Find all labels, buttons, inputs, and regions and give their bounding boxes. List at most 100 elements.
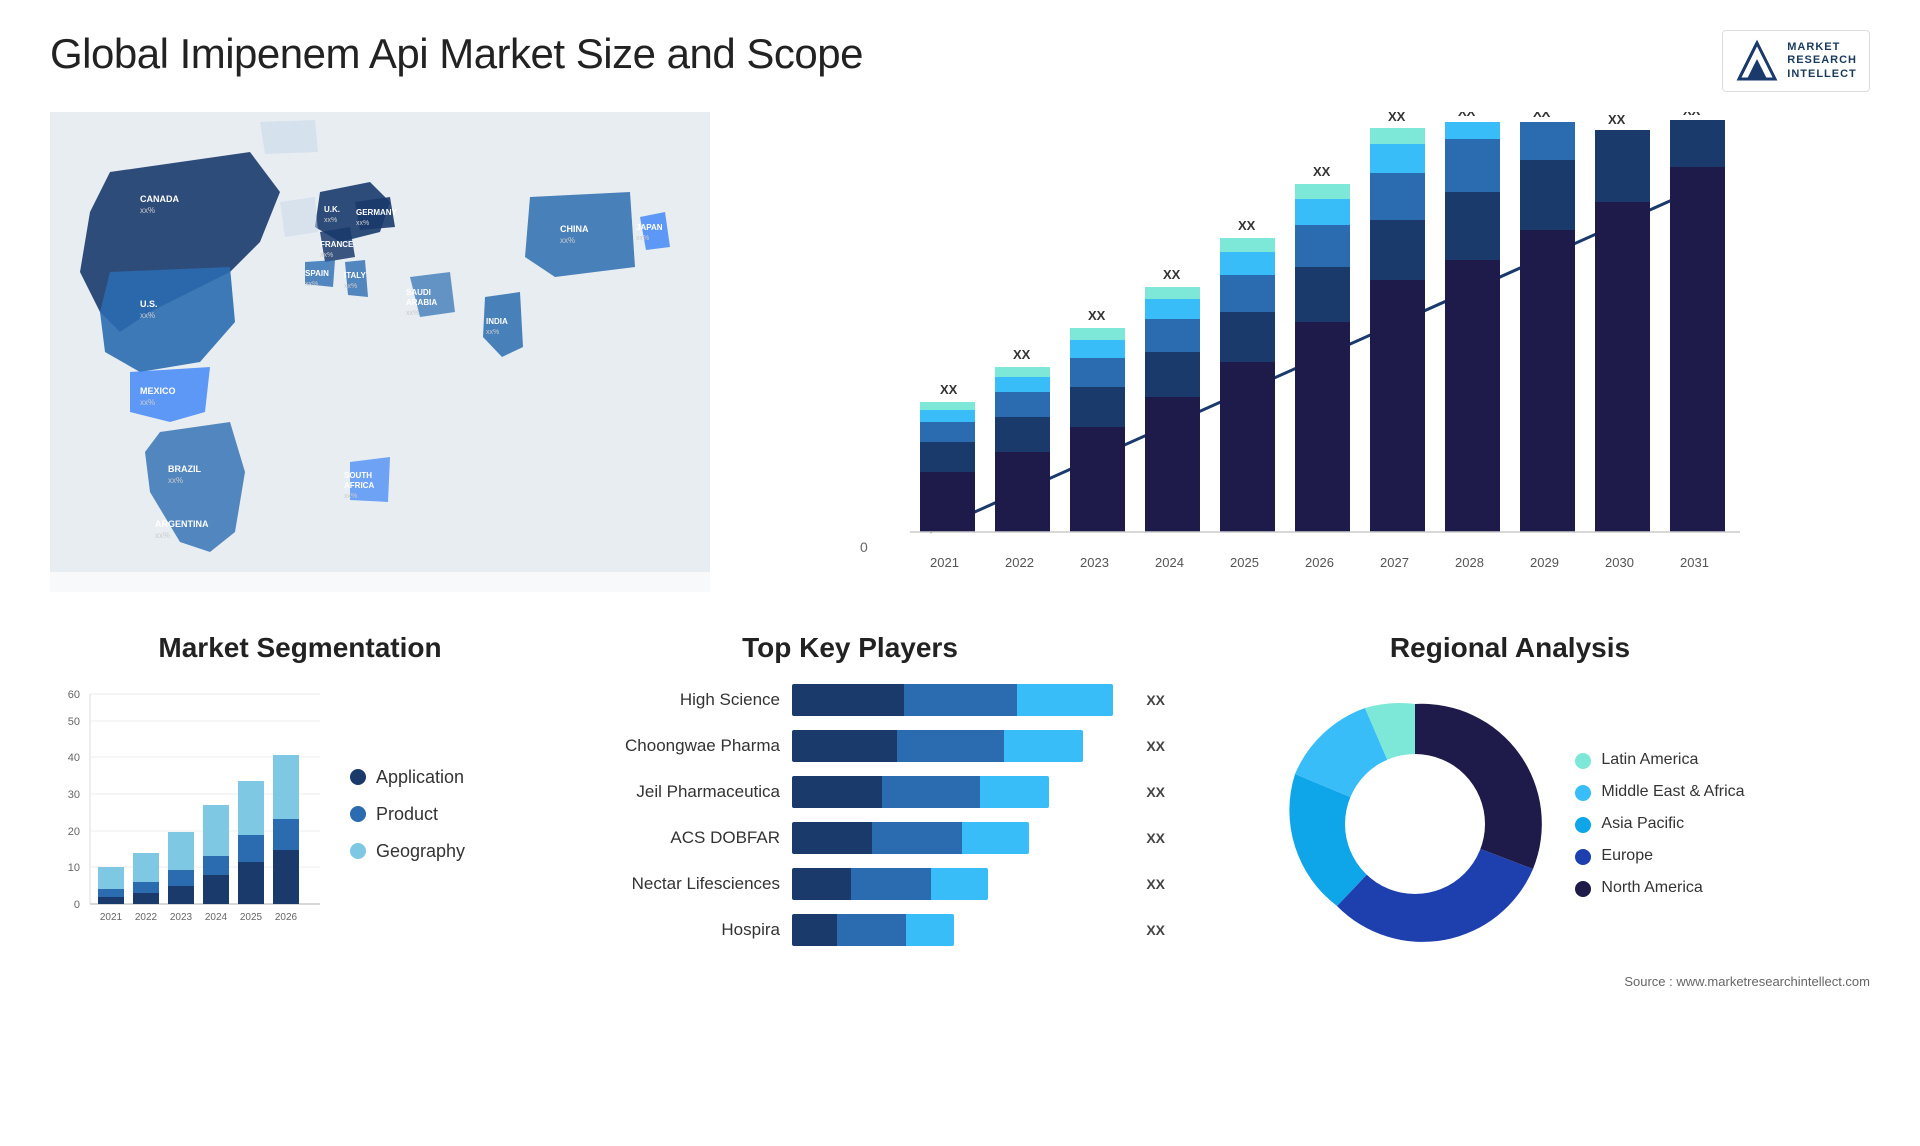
page-container: Global Imipenem Api Market Size and Scop… [0,0,1920,1146]
svg-text:2021: 2021 [100,912,123,923]
legend-latin-america: Latin America [1575,751,1744,769]
svg-text:GERMANY: GERMANY [356,208,398,217]
product-dot [350,806,366,822]
svg-text:ARABIA: ARABIA [406,298,437,307]
svg-text:20: 20 [68,826,80,838]
svg-text:2025: 2025 [1230,555,1259,570]
legend-product: Product [350,804,465,825]
svg-text:2024: 2024 [205,912,228,923]
seg-chart-container: 0 10 20 30 40 50 60 2021 2022 2023 2024 … [50,684,550,944]
players-table: High Science XX Choongwae Pharma [570,684,1130,946]
logo-text: MARKET RESEARCH INTELLECT [1787,41,1857,81]
segmentation-title: Market Segmentation [50,632,550,664]
svg-text:xx%: xx% [356,220,369,227]
svg-text:xx%: xx% [344,493,357,500]
player-name-3: Jeil Pharmaceutica [570,782,780,802]
north-america-dot [1575,881,1591,897]
svg-text:XX: XX [1533,112,1551,120]
player-name-1: High Science [570,690,780,710]
svg-text:xx%: xx% [560,236,575,245]
svg-text:XX: XX [1013,347,1031,362]
svg-text:SPAIN: SPAIN [305,269,329,278]
bottom-section: Market Segmentation 0 10 20 30 [50,632,1870,989]
svg-text:2022: 2022 [1005,555,1034,570]
svg-text:ITALY: ITALY [344,271,366,280]
source-text: Source : www.marketresearchintellect.com [1150,974,1870,989]
svg-text:2023: 2023 [170,912,193,923]
svg-text:SOUTH: SOUTH [344,471,372,480]
svg-text:xx%: xx% [486,329,499,336]
svg-text:2027: 2027 [1380,555,1409,570]
player-bar-6: XX [792,914,1130,946]
svg-text:XX: XX [1163,267,1181,282]
asia-pacific-dot [1575,817,1591,833]
svg-text:XX: XX [1683,112,1701,118]
svg-text:2021: 2021 [930,555,959,570]
svg-text:xx%: xx% [320,252,333,259]
player-bar-4: XX [792,822,1130,854]
donut-svg [1275,684,1555,964]
regional-legend: Latin America Middle East & Africa Asia … [1575,751,1744,897]
application-dot [350,769,366,785]
player-row-3: Jeil Pharmaceutica XX [570,776,1130,808]
latin-america-dot [1575,753,1591,769]
svg-text:XX: XX [940,382,958,397]
svg-text:xx%: xx% [140,311,155,320]
key-players-title: Top Key Players [570,632,1130,664]
svg-text:2023: 2023 [1080,555,1109,570]
svg-text:CHINA: CHINA [560,224,589,234]
segmentation-section: Market Segmentation 0 10 20 30 [50,632,550,944]
svg-text:FRANCE: FRANCE [320,240,354,249]
player-bar-1: XX [792,684,1130,716]
map-container: CANADA xx% U.S. xx% MEXICO xx% BRAZIL xx… [50,112,710,592]
europe-dot [1575,849,1591,865]
player-name-5: Nectar Lifesciences [570,874,780,894]
svg-text:10: 10 [68,862,80,874]
segmentation-svg: 0 10 20 30 40 50 60 2021 2022 2023 2024 … [50,684,330,944]
svg-text:2026: 2026 [1305,555,1334,570]
regional-title: Regional Analysis [1150,632,1870,664]
svg-text:40: 40 [68,752,80,764]
svg-text:JAPAN: JAPAN [636,223,663,232]
svg-text:2026: 2026 [275,912,298,923]
svg-text:BRAZIL: BRAZIL [168,464,201,474]
svg-text:XX: XX [1458,112,1476,119]
logo: MARKET RESEARCH INTELLECT [1722,30,1870,92]
svg-text:U.S.: U.S. [140,299,158,309]
legend-application: Application [350,767,465,788]
svg-text:2024: 2024 [1155,555,1184,570]
svg-text:xx%: xx% [344,283,357,290]
bar-chart-container: 0 XX 2021 XX 2022 [730,112,1870,592]
legend-geography: Geography [350,841,465,862]
page-title: Global Imipenem Api Market Size and Scop… [50,30,863,78]
svg-text:XX: XX [1313,164,1331,179]
player-row-2: Choongwae Pharma XX [570,730,1130,762]
bar-chart-svg: 0 XX 2021 XX 2022 [730,112,1870,572]
player-name-6: Hospira [570,920,780,940]
svg-text:2022: 2022 [135,912,158,923]
svg-text:2030: 2030 [1605,555,1634,570]
player-name-2: Choongwae Pharma [570,736,780,756]
svg-text:0: 0 [74,899,80,911]
regional-section: Regional Analysis [1150,632,1870,989]
seg-legend: Application Product Geography [350,767,465,862]
world-map-svg: CANADA xx% U.S. xx% MEXICO xx% BRAZIL xx… [50,112,710,572]
svg-text:2031: 2031 [1680,555,1709,570]
svg-text:60: 60 [68,689,80,701]
player-row-1: High Science XX [570,684,1130,716]
svg-text:2025: 2025 [240,912,263,923]
svg-text:30: 30 [68,789,80,801]
svg-text:xx%: xx% [406,310,419,317]
svg-text:0: 0 [860,539,868,555]
legend-middle-east: Middle East & Africa [1575,783,1744,801]
regional-wrapper: Latin America Middle East & Africa Asia … [1150,684,1870,964]
svg-text:xx%: xx% [168,476,183,485]
legend-europe: Europe [1575,847,1744,865]
svg-text:SAUDI: SAUDI [406,288,431,297]
legend-north-america: North America [1575,879,1744,897]
player-bar-3: XX [792,776,1130,808]
svg-text:XX: XX [1088,308,1106,323]
svg-text:xx%: xx% [324,217,337,224]
header: Global Imipenem Api Market Size and Scop… [50,30,1870,92]
svg-text:xx%: xx% [140,398,155,407]
